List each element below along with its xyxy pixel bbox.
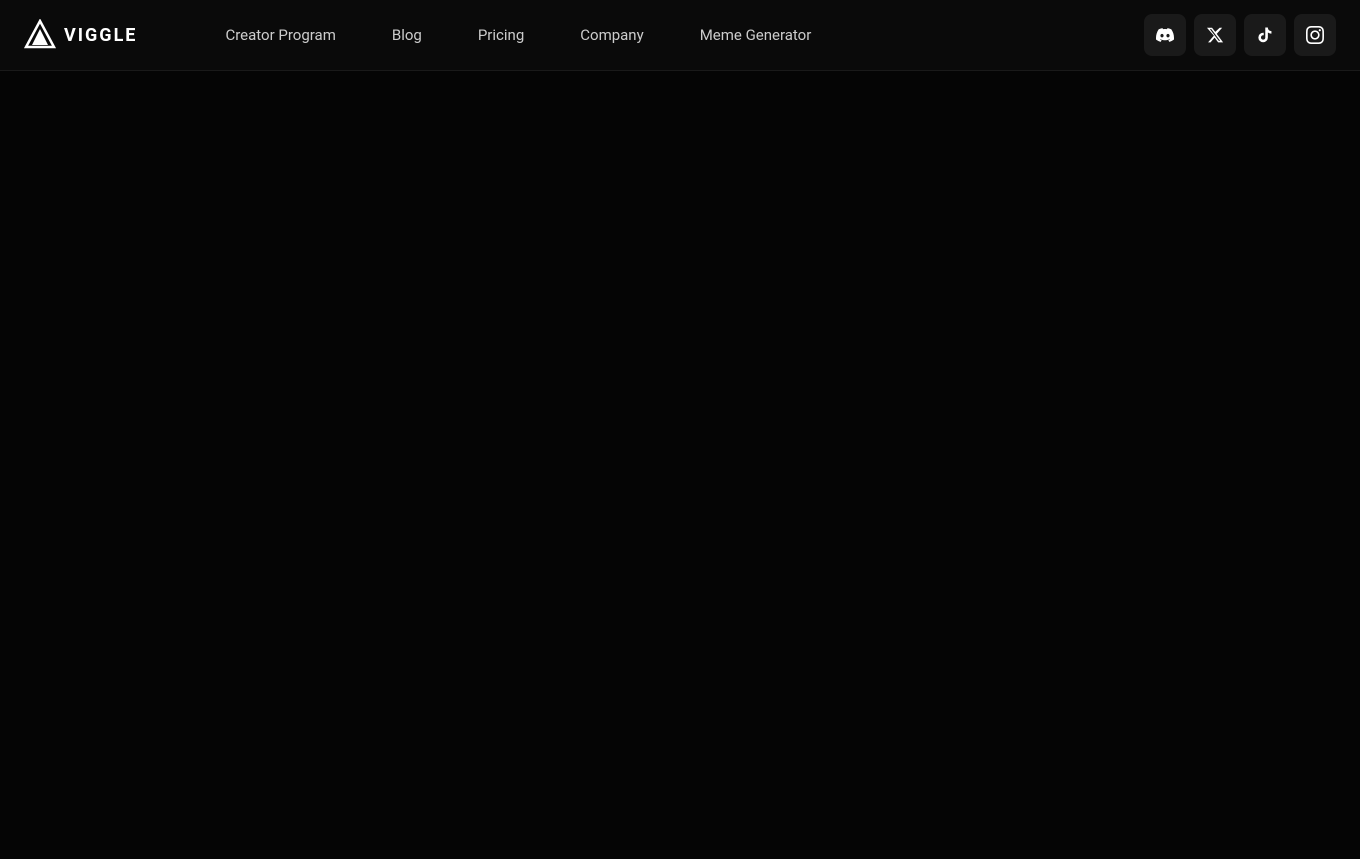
discord-button[interactable] — [1144, 14, 1186, 56]
nav-item-blog[interactable]: Blog — [364, 0, 450, 71]
discord-icon — [1156, 26, 1174, 44]
tiktok-icon — [1256, 26, 1274, 44]
nav-item-meme-generator[interactable]: Meme Generator — [672, 0, 840, 71]
tiktok-button[interactable] — [1244, 14, 1286, 56]
site-header: VIGGLE Creator Program Blog Pricing Comp… — [0, 0, 1360, 71]
header-social-buttons — [1144, 14, 1336, 56]
nav-item-pricing[interactable]: Pricing — [450, 0, 552, 71]
instagram-icon — [1306, 26, 1324, 44]
twitter-icon — [1206, 26, 1224, 44]
viggle-logo-icon — [24, 19, 56, 51]
twitter-button[interactable] — [1194, 14, 1236, 56]
instagram-button[interactable] — [1294, 14, 1336, 56]
logo-text: VIGGLE — [64, 25, 137, 46]
main-content — [0, 71, 1360, 859]
nav-item-creator-program[interactable]: Creator Program — [197, 0, 363, 71]
logo-link[interactable]: VIGGLE — [24, 19, 137, 51]
header-left: VIGGLE Creator Program Blog Pricing Comp… — [24, 0, 839, 71]
nav-item-company[interactable]: Company — [552, 0, 671, 71]
main-nav: Creator Program Blog Pricing Company Mem… — [197, 0, 839, 71]
